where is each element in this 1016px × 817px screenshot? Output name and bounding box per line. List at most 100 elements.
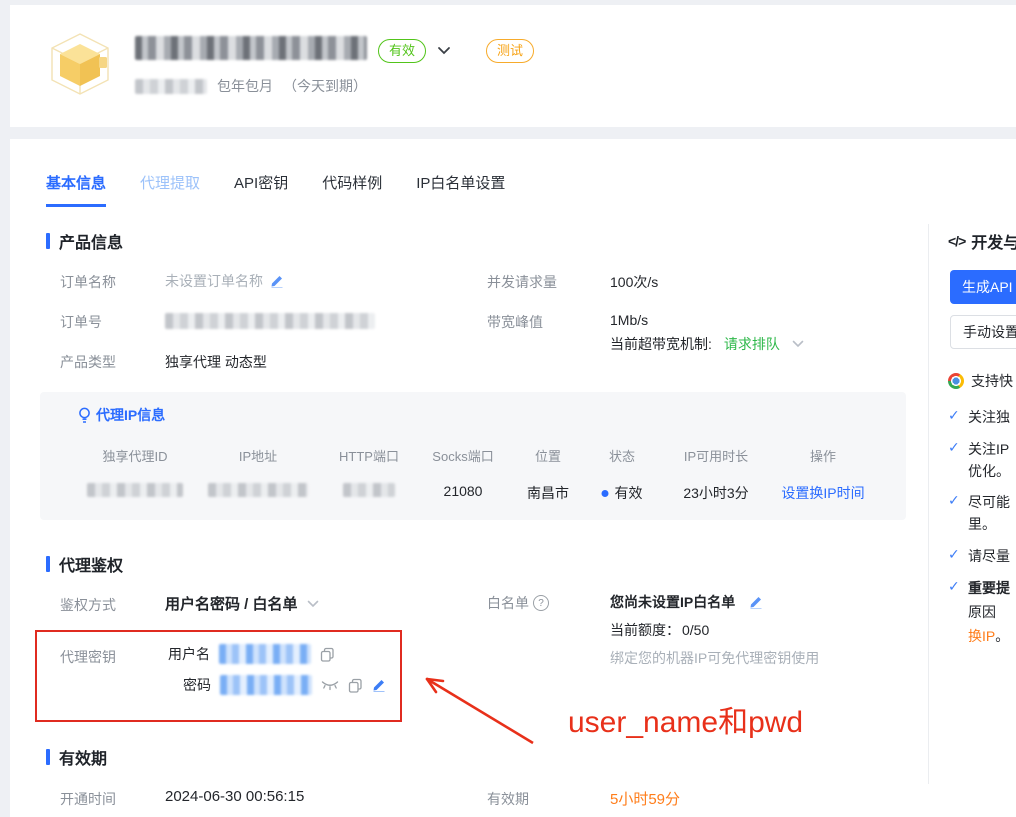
product-cube-icon <box>44 29 116 101</box>
vertical-divider <box>928 224 929 784</box>
over-bandwidth-label: 当前超带宽机制: <box>610 334 712 354</box>
table-row-duration: 23小时3分 <box>683 483 748 503</box>
order-name-label: 订单名称 <box>60 272 116 292</box>
section-proxy-auth: 代理鉴权 <box>46 552 123 576</box>
tip-line: 关注IP <box>968 439 1009 459</box>
quota-label: 当前额度： <box>610 620 680 640</box>
question-icon[interactable]: ? <box>533 595 549 611</box>
section-proxy-auth-title: 代理鉴权 <box>59 552 123 576</box>
annotation-arrow <box>405 655 550 755</box>
check-icon: ✓ <box>948 407 960 424</box>
col-location: 位置 <box>535 446 561 465</box>
col-proxy-id: 独享代理ID <box>102 446 167 465</box>
product-header-card: 有效 测试 包年包月 （今天到期） <box>10 5 1016 127</box>
concurrency-label: 并发请求量 <box>487 272 557 292</box>
section-bar <box>46 749 50 765</box>
tip-line: 优化。 <box>968 461 1010 481</box>
quota-value: 0/50 <box>682 622 709 638</box>
test-badge: 测试 <box>486 39 534 63</box>
edit-order-name-icon[interactable] <box>270 274 284 288</box>
section-validity-title: 有效期 <box>59 745 107 769</box>
tab-proxy-extract[interactable]: 代理提取 <box>140 172 200 207</box>
edit-whitelist-icon[interactable] <box>749 595 763 609</box>
over-bandwidth-value[interactable]: 请求排队 <box>724 334 780 354</box>
check-icon: ✓ <box>948 492 960 509</box>
col-socks-port: Socks端口 <box>432 446 493 465</box>
table-row-location: 南昌市 <box>527 483 569 503</box>
chrome-tip-text: 支持快 <box>971 371 1013 391</box>
status-dot-icon <box>602 490 609 497</box>
whitelist-label: 白名单 <box>487 593 529 613</box>
redacted-product-id <box>135 36 367 60</box>
table-row-ip <box>208 483 308 500</box>
tip-line: 里。 <box>968 514 996 534</box>
redacted-password-value <box>220 675 312 695</box>
col-action: 操作 <box>810 446 836 465</box>
check-icon: ✓ <box>948 578 960 595</box>
proxy-ip-info-title: 代理IP信息 <box>96 405 165 425</box>
tip-line: 关注独 <box>968 407 1010 427</box>
tip-line: 尽可能 <box>968 492 1010 512</box>
tab-basic-info[interactable]: 基本信息 <box>46 172 106 207</box>
check-icon: ✓ <box>948 439 960 456</box>
chevron-down-icon[interactable] <box>307 600 319 608</box>
section-bar <box>46 556 50 572</box>
chevron-down-icon[interactable] <box>792 340 804 348</box>
change-ip-orange-text: 换IP <box>968 628 995 644</box>
concurrency-value: 100次/s <box>610 272 658 292</box>
whitelist-value: 您尚未设置IP白名单 <box>610 592 735 612</box>
product-type-label: 产品类型 <box>60 352 116 372</box>
open-time-label: 开通时间 <box>60 789 116 809</box>
code-icon: </> <box>948 233 965 249</box>
redacted-username-value <box>219 644 311 664</box>
sidebar-title: 开发与 <box>971 229 1016 253</box>
manual-setting-button[interactable]: 手动设置 <box>950 315 1016 349</box>
col-duration: IP可用时长 <box>684 446 748 465</box>
table-row-proxy-id <box>87 483 183 500</box>
tip-line-change-ip: 换IP。 <box>968 626 1009 646</box>
check-icon: ✓ <box>948 546 960 563</box>
plan-text: 包年包月 <box>217 76 273 96</box>
redacted-order-no <box>165 313 375 329</box>
password-label: 密码 <box>183 675 211 695</box>
validity-value: 5小时59分 <box>610 788 680 809</box>
tab-bar: 基本信息 代理提取 API密钥 代码样例 IP白名单设置 <box>46 172 505 207</box>
status-badge: 有效 <box>378 39 426 63</box>
tab-code-sample[interactable]: 代码样例 <box>322 172 382 207</box>
open-time-value: 2024-06-30 00:56:15 <box>165 788 304 805</box>
bandwidth-value: 1Mb/s <box>610 312 648 328</box>
tip-line-important: 重要提 <box>968 578 1010 598</box>
order-no-label: 订单号 <box>60 312 102 332</box>
tip-line: 原因 <box>968 602 996 622</box>
table-row-http-port <box>343 483 395 500</box>
eye-closed-icon[interactable] <box>321 680 339 691</box>
page: 有效 测试 包年包月 （今天到期） 基本信息 代理提取 API密钥 代码样例 I… <box>0 0 1016 817</box>
table-row-status: 有效 <box>602 483 643 503</box>
tip-line: 请尽量 <box>968 546 1010 566</box>
chrome-icon <box>948 373 964 389</box>
edit-password-icon[interactable] <box>372 678 386 692</box>
bulb-icon <box>78 407 91 424</box>
chevron-down-icon[interactable] <box>437 46 451 55</box>
col-ip: IP地址 <box>239 446 277 465</box>
generate-api-button[interactable]: 生成API <box>950 270 1016 304</box>
section-bar <box>46 233 50 249</box>
bandwidth-label: 带宽峰值 <box>487 312 543 332</box>
table-row-socks-port: 21080 <box>444 483 483 499</box>
col-http-port: HTTP端口 <box>339 446 399 465</box>
copy-username-icon[interactable] <box>320 647 335 662</box>
expire-text: （今天到期） <box>283 76 367 96</box>
section-product-info-title: 产品信息 <box>59 229 123 253</box>
validity-label: 有效期 <box>487 789 529 809</box>
col-status: 状态 <box>609 446 635 465</box>
auth-mode-value[interactable]: 用户名密码 / 白名单 <box>165 593 298 614</box>
section-validity: 有效期 <box>46 745 107 769</box>
order-name-value: 未设置订单名称 <box>165 271 263 291</box>
proxy-secret-label: 代理密钥 <box>60 647 116 667</box>
username-label: 用户名 <box>168 644 210 664</box>
section-product-info: 产品信息 <box>46 229 123 253</box>
set-ip-rotation-link[interactable]: 设置换IP时间 <box>781 483 864 503</box>
copy-password-icon[interactable] <box>348 678 363 693</box>
tab-ip-whitelist[interactable]: IP白名单设置 <box>416 172 505 207</box>
tab-api-key[interactable]: API密钥 <box>234 172 288 207</box>
